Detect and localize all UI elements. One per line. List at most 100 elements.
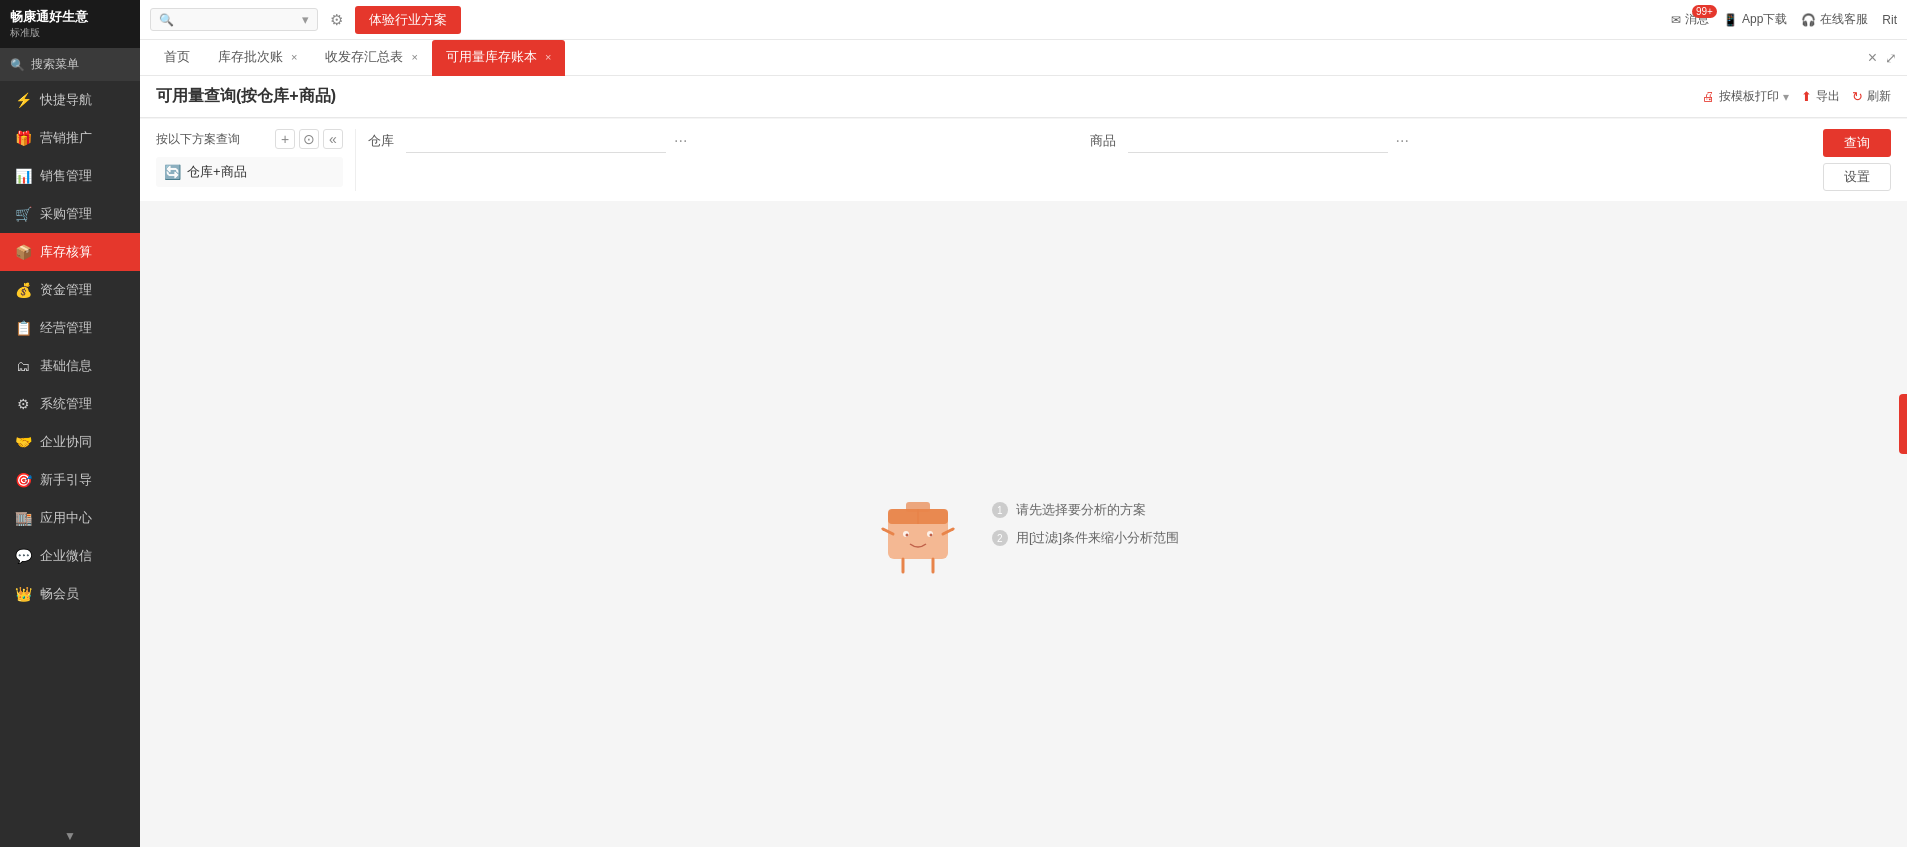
sidebar-item-shortcut[interactable]: ⚡ 快捷导航 (0, 81, 140, 119)
headset-icon: 🎧 (1801, 13, 1816, 27)
scheme-add-btn[interactable]: + (275, 129, 295, 149)
folder-icon: 🗂 (14, 358, 32, 374)
target-icon: 🎯 (14, 472, 32, 488)
tab-expand-btn[interactable]: ⤢ (1885, 50, 1897, 66)
sidebar-item-operation[interactable]: 📋 经营管理 (0, 309, 140, 347)
tab-batch-account-close[interactable]: × (291, 51, 297, 63)
export-label: 导出 (1816, 88, 1840, 105)
topbar-msg-btn[interactable]: ✉ 消息 99+ (1671, 11, 1709, 28)
tab-collect-summary-label: 收发存汇总表 (325, 48, 403, 66)
goods-more-btn[interactable]: ··· (1396, 132, 1409, 150)
empty-text: 1 请先选择要分析的方案 2 用[过滤]条件来缩小分析范围 (992, 501, 1179, 547)
main-area: 🔍 ▾ ⚙ 体验行业方案 ✉ 消息 99+ 📱 App下载 🎧 在线客服 Rit (140, 0, 1907, 847)
sidebar-nav: ⚡ 快捷导航 🎁 营销推广 📊 销售管理 🛒 采购管理 📦 库存核算 💰 资金管… (0, 81, 140, 825)
money-icon: 💰 (14, 282, 32, 298)
sidebar-item-system[interactable]: ⚙ 系统管理 (0, 385, 140, 423)
scheme-sync-icon: 🔄 (164, 164, 181, 180)
scheme-settings-btn[interactable]: ⊙ (299, 129, 319, 149)
topbar-user-btn[interactable]: Rit (1882, 13, 1897, 27)
tab-available-qty[interactable]: 可用量库存账本 × (432, 40, 565, 76)
tab-collect-summary-close[interactable]: × (411, 51, 417, 63)
warehouse-label: 仓库 (368, 132, 398, 150)
handshake-icon: 🤝 (14, 434, 32, 450)
sidebar-item-label: 畅会员 (40, 585, 79, 603)
topbar-gear-icon[interactable]: ⚙ (326, 11, 347, 29)
wechat-icon: 💬 (14, 548, 32, 564)
hint-text-2: 用[过滤]条件来缩小分析范围 (1016, 529, 1179, 547)
msg-badge: 99+ (1692, 5, 1717, 18)
sidebar-scroll-down[interactable]: ▼ (0, 825, 140, 847)
tab-batch-account[interactable]: 库存批次账 × (204, 40, 311, 76)
scheme-warehouse-goods[interactable]: 🔄 仓库+商品 (156, 157, 343, 187)
topbar: 🔍 ▾ ⚙ 体验行业方案 ✉ 消息 99+ 📱 App下载 🎧 在线客服 Rit (140, 0, 1907, 40)
store-icon: 🏬 (14, 510, 32, 526)
empty-hint-1: 1 请先选择要分析的方案 (992, 501, 1179, 519)
warehouse-more-btn[interactable]: ··· (674, 132, 687, 150)
filter-scheme-header: 按以下方案查询 + ⊙ « (156, 129, 343, 149)
svg-rect-3 (906, 502, 930, 512)
sidebar-item-purchase[interactable]: 🛒 采购管理 (0, 195, 140, 233)
tab-home[interactable]: 首页 (150, 40, 204, 76)
sidebar-item-finance[interactable]: 💰 资金管理 (0, 271, 140, 309)
sidebar-search-item[interactable]: 🔍 搜索菜单 (0, 48, 140, 81)
sidebar-item-label: 基础信息 (40, 357, 92, 375)
sidebar-item-label: 营销推广 (40, 129, 92, 147)
export-btn[interactable]: ⬆ 导出 (1801, 88, 1840, 105)
filter-area: 按以下方案查询 + ⊙ « 🔄 仓库+商品 仓库 (140, 119, 1907, 201)
tab-close-all-btn[interactable]: × (1868, 49, 1877, 67)
sidebar-item-label: 采购管理 (40, 205, 92, 223)
query-btn[interactable]: 查询 (1823, 129, 1891, 157)
print-btn[interactable]: 🖨 按模板打印 ▾ (1702, 88, 1789, 105)
sidebar-item-label: 企业协同 (40, 433, 92, 451)
tab-available-qty-close[interactable]: × (545, 51, 551, 63)
topbar-search-input[interactable] (178, 13, 298, 27)
sidebar-item-inventory[interactable]: 📦 库存核算 (0, 233, 140, 271)
message-icon: ✉ (1671, 13, 1681, 27)
right-side-handle[interactable] (1899, 394, 1907, 454)
box-icon: 📦 (14, 244, 32, 260)
filter-settings-btn[interactable]: 设置 (1823, 163, 1891, 191)
tab-home-label: 首页 (164, 48, 190, 66)
sidebar-item-member[interactable]: 👑 畅会员 (0, 575, 140, 613)
refresh-icon: ↻ (1852, 89, 1863, 104)
sidebar-item-label: 销售管理 (40, 167, 92, 185)
chevron-down-icon: ▼ (64, 829, 76, 843)
refresh-label: 刷新 (1867, 88, 1891, 105)
refresh-btn[interactable]: ↻ 刷新 (1852, 88, 1891, 105)
topbar-service-btn[interactable]: 🎧 在线客服 (1801, 11, 1868, 28)
filter-row: 仓库 ··· 商品 ··· (368, 129, 1795, 153)
topbar-app-btn[interactable]: 📱 App下载 (1723, 11, 1787, 28)
sidebar-item-sales[interactable]: 📊 销售管理 (0, 157, 140, 195)
tab-batch-account-label: 库存批次账 (218, 48, 283, 66)
print-label: 按模板打印 (1719, 88, 1779, 105)
sidebar-item-newbie[interactable]: 🎯 新手引导 (0, 461, 140, 499)
empty-state: 1 请先选择要分析的方案 2 用[过滤]条件来缩小分析范围 (140, 201, 1907, 847)
clipboard-icon: 📋 (14, 320, 32, 336)
edition-label: 标准版 (10, 26, 40, 40)
trial-btn[interactable]: 体验行业方案 (355, 6, 461, 34)
shortcut-icon: ⚡ (14, 92, 32, 108)
goods-input[interactable] (1128, 129, 1388, 153)
tab-collect-summary[interactable]: 收发存汇总表 × (311, 40, 431, 76)
topbar-dropdown-icon[interactable]: ▾ (302, 12, 309, 27)
topbar-search-box[interactable]: 🔍 ▾ (150, 8, 318, 31)
sidebar-item-appstore[interactable]: 🏬 应用中心 (0, 499, 140, 537)
empty-hint-2: 2 用[过滤]条件来缩小分析范围 (992, 529, 1179, 547)
sidebar-item-enterprise[interactable]: 🤝 企业协同 (0, 423, 140, 461)
phone-icon: 📱 (1723, 13, 1738, 27)
sidebar-item-basic[interactable]: 🗂 基础信息 (0, 347, 140, 385)
sidebar-item-wechat[interactable]: 💬 企业微信 (0, 537, 140, 575)
search-icon: 🔍 (10, 58, 25, 72)
crown-icon: 👑 (14, 586, 32, 602)
sidebar-logo: 畅康通好生意 标准版 (0, 0, 140, 48)
scheme-collapse-btn[interactable]: « (323, 129, 343, 149)
export-icon: ⬆ (1801, 89, 1812, 104)
sidebar-item-marketing[interactable]: 🎁 营销推广 (0, 119, 140, 157)
print-dropdown-icon[interactable]: ▾ (1783, 90, 1789, 104)
sidebar-item-label: 快捷导航 (40, 91, 92, 109)
sidebar: 畅康通好生意 标准版 🔍 搜索菜单 ⚡ 快捷导航 🎁 营销推广 📊 销售管理 🛒… (0, 0, 140, 847)
app-label: App下载 (1742, 11, 1787, 28)
empty-illustration (868, 474, 968, 574)
warehouse-input[interactable] (406, 129, 666, 153)
sidebar-item-label: 经营管理 (40, 319, 92, 337)
